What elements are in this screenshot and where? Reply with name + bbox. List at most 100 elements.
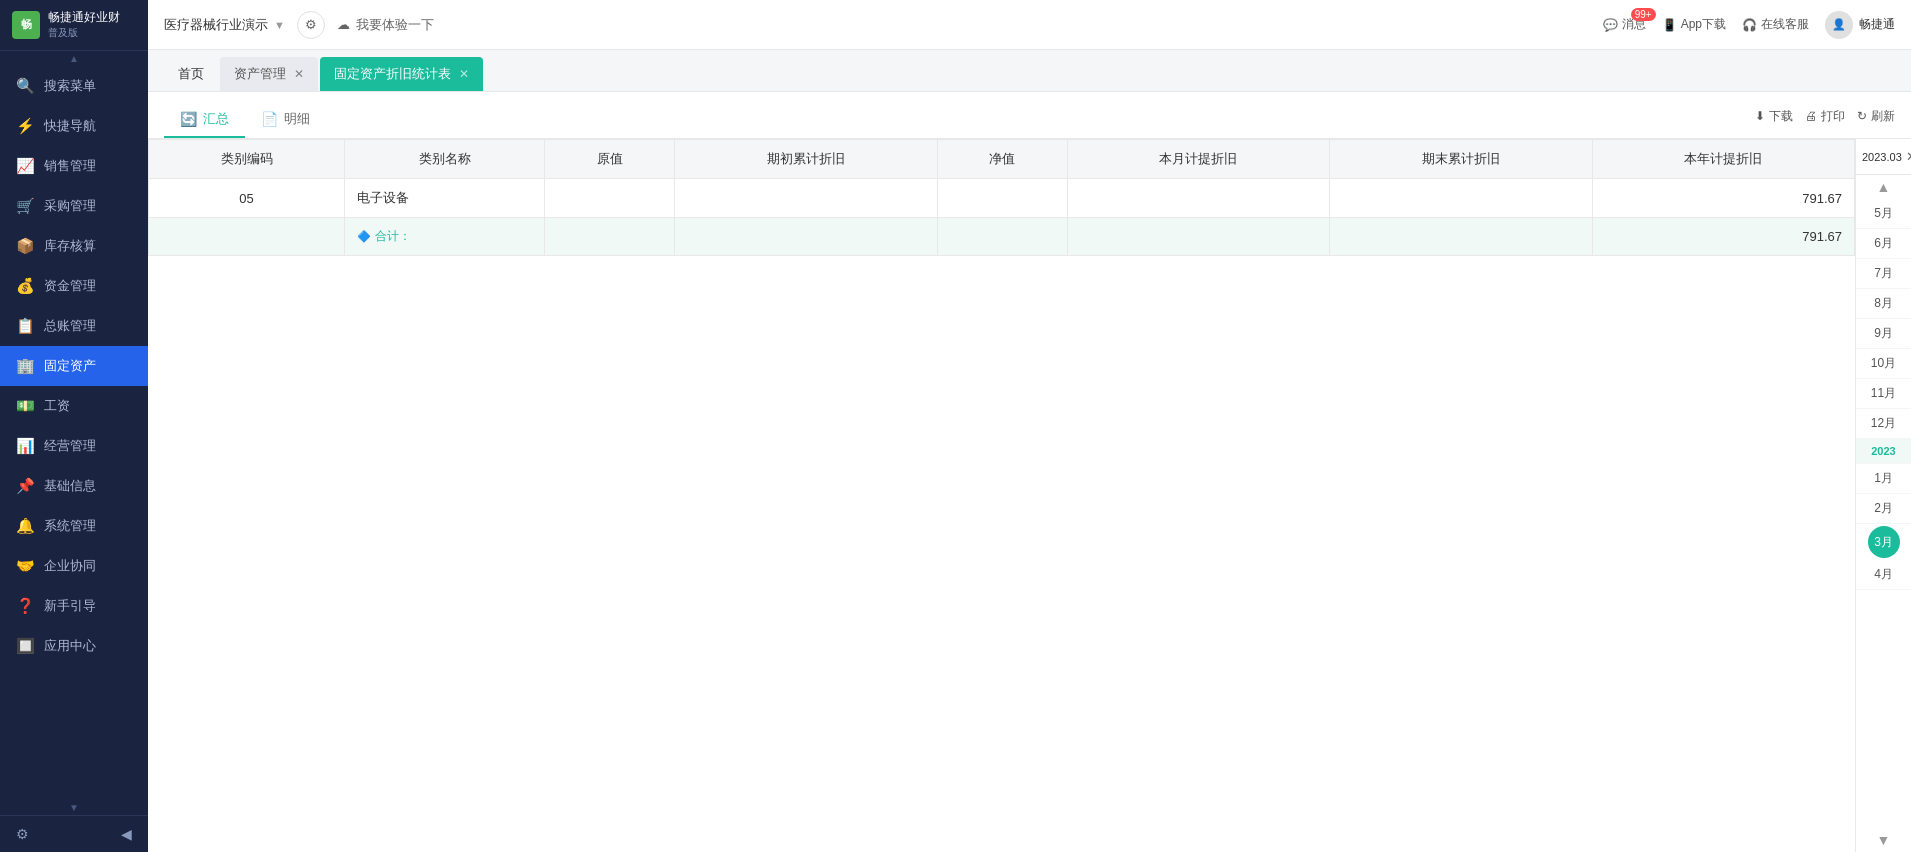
sidebar-item-app-center[interactable]: 🔲 应用中心 — [0, 626, 148, 666]
sidebar-item-operations[interactable]: 📊 经营管理 — [0, 426, 148, 466]
online-service-button[interactable]: 🎧 在线客服 — [1742, 16, 1809, 33]
col-header-code: 类别编码 — [149, 140, 345, 179]
cloud-icon: ☁ — [337, 17, 350, 32]
date-item-1[interactable]: 1月 — [1856, 464, 1911, 494]
date-panel-down[interactable]: ▼ — [1856, 828, 1911, 852]
summary-annual: 791.67 — [1592, 218, 1854, 256]
row-monthly — [1067, 179, 1329, 218]
user-icon: 👤 — [1832, 18, 1846, 31]
content-area: 🔄 汇总 📄 明细 ⬇ 下载 🖨 打印 ↻ — [148, 92, 1911, 852]
settings-icon[interactable]: ⚙ — [16, 826, 29, 842]
date-item-7[interactable]: 7月 — [1856, 259, 1911, 289]
sidebar-item-inventory[interactable]: 📦 库存核算 — [0, 226, 148, 266]
col-header-original: 原值 — [545, 140, 675, 179]
tab-home[interactable]: 首页 — [164, 57, 218, 91]
sidebar-item-sales[interactable]: 📈 销售管理 — [0, 146, 148, 186]
company-selector[interactable]: 医疗器械行业演示 ▼ — [164, 16, 285, 34]
company-name: 医疗器械行业演示 — [164, 16, 268, 34]
sidebar-item-purchase[interactable]: 🛒 采购管理 — [0, 186, 148, 226]
collapse-icon[interactable]: ◀ — [121, 826, 132, 842]
summary-icon: 🔄 — [180, 111, 197, 127]
row-period-end — [1330, 179, 1592, 218]
date-item-10[interactable]: 10月 — [1856, 349, 1911, 379]
funds-icon: 💰 — [16, 277, 34, 295]
col-header-monthly: 本月计提折旧 — [1067, 140, 1329, 179]
fixed-assets-icon: 🏢 — [16, 357, 34, 375]
phone-icon: 📱 — [1662, 18, 1677, 32]
date-item-2[interactable]: 2月 — [1856, 494, 1911, 524]
date-panel-up[interactable]: ▲ — [1856, 175, 1911, 199]
summary-row: 🔷 合计： 791.67 — [149, 218, 1855, 256]
sidebar-item-search[interactable]: 🔍 搜索菜单 — [0, 66, 148, 106]
up-arrow-icon: ▲ — [1877, 179, 1891, 195]
message-badge: 99+ — [1631, 8, 1656, 21]
sidebar-scroll-up[interactable]: ▲ — [0, 51, 148, 66]
subtab-detail[interactable]: 📄 明细 — [245, 102, 326, 138]
subtab-bar: 🔄 汇总 📄 明细 ⬇ 下载 🖨 打印 ↻ — [148, 92, 1911, 139]
down-arrow-icon: ▼ — [1877, 832, 1891, 848]
row-initial-accum — [675, 179, 937, 218]
col-header-net: 净值 — [937, 140, 1067, 179]
user-profile[interactable]: 👤 畅捷通 — [1825, 11, 1895, 39]
download-button[interactable]: ⬇ 下载 — [1755, 108, 1793, 125]
operations-icon: 📊 — [16, 437, 34, 455]
sidebar-item-ledger[interactable]: 📋 总账管理 — [0, 306, 148, 346]
purchase-icon: 🛒 — [16, 197, 34, 215]
download-icon: ⬇ — [1755, 109, 1765, 123]
tab-asset-mgmt[interactable]: 资产管理 ✕ — [220, 57, 318, 91]
date-item-3-active[interactable]: 3月 — [1868, 526, 1900, 558]
summary-initial-accum — [675, 218, 937, 256]
sidebar-item-basic-info[interactable]: 📌 基础信息 — [0, 466, 148, 506]
sidebar-item-fixed-assets[interactable]: 🏢 固定资产 — [0, 346, 148, 386]
app-center-icon: 🔲 — [16, 637, 34, 655]
company-dropdown-icon: ▼ — [274, 19, 285, 31]
sidebar-item-payroll[interactable]: 💵 工资 — [0, 386, 148, 426]
settings-button[interactable]: ⚙ — [297, 11, 325, 39]
sidebar-item-guide[interactable]: ❓ 新手引导 — [0, 586, 148, 626]
print-button[interactable]: 🖨 打印 — [1805, 108, 1845, 125]
topbar: 医疗器械行业演示 ▼ ⚙ ☁ 我要体验一下 💬 消息 99+ 📱 App下载 🎧… — [148, 0, 1911, 50]
gear-icon: ⚙ — [305, 17, 317, 32]
sales-icon: 📈 — [16, 157, 34, 175]
sidebar-title: 畅捷通好业财 — [48, 10, 120, 26]
subtab-summary[interactable]: 🔄 汇总 — [164, 102, 245, 138]
row-net — [937, 179, 1067, 218]
tab-depreciation-report[interactable]: 固定资产折旧统计表 ✕ — [320, 57, 483, 91]
sidebar-item-enterprise[interactable]: 🤝 企业协同 — [0, 546, 148, 586]
sidebar-item-system[interactable]: 🔔 系统管理 — [0, 506, 148, 546]
row-code: 05 — [149, 179, 345, 218]
refresh-button[interactable]: ↻ 刷新 — [1857, 108, 1895, 125]
messages-button[interactable]: 💬 消息 99+ — [1603, 16, 1646, 33]
experience-button[interactable]: ☁ 我要体验一下 — [337, 16, 434, 34]
subtabs: 🔄 汇总 📄 明细 — [164, 102, 326, 138]
sidebar-item-funds[interactable]: 💰 资金管理 — [0, 266, 148, 306]
date-item-11[interactable]: 11月 — [1856, 379, 1911, 409]
summary-period-end — [1330, 218, 1592, 256]
date-panel-title: 2023.03 — [1862, 151, 1902, 163]
summary-expand-icon[interactable]: 🔷 — [357, 230, 371, 242]
sidebar: 畅 畅捷通好业财 普及版 ▲ 🔍 搜索菜单 ⚡ 快捷导航 📈 销售管理 🛒 采购… — [0, 0, 148, 852]
tab-depreciation-close[interactable]: ✕ — [459, 67, 469, 81]
date-item-12[interactable]: 12月 — [1856, 409, 1911, 439]
table-container: 类别编码 类别名称 原值 期初累计折旧 净值 本月计提折旧 期末累计折旧 本年计… — [148, 139, 1855, 852]
date-item-6[interactable]: 6月 — [1856, 229, 1911, 259]
app-download-button[interactable]: 📱 App下载 — [1662, 16, 1726, 33]
guide-icon: ❓ — [16, 597, 34, 615]
date-item-4[interactable]: 4月 — [1856, 560, 1911, 590]
tab-asset-mgmt-close[interactable]: ✕ — [294, 67, 304, 81]
sidebar-footer: ⚙ ◀ — [0, 815, 148, 852]
col-header-initial-accum: 期初累计折旧 — [675, 140, 937, 179]
headset-icon: 🎧 — [1742, 18, 1757, 32]
sidebar-scroll-down[interactable]: ▼ — [0, 800, 148, 815]
date-item-9[interactable]: 9月 — [1856, 319, 1911, 349]
date-panel-close[interactable]: ✕ — [1902, 145, 1911, 168]
date-item-5[interactable]: 5月 — [1856, 199, 1911, 229]
sidebar-item-quick-nav[interactable]: ⚡ 快捷导航 — [0, 106, 148, 146]
ledger-icon: 📋 — [16, 317, 34, 335]
inventory-icon: 📦 — [16, 237, 34, 255]
date-item-8[interactable]: 8月 — [1856, 289, 1911, 319]
summary-code — [149, 218, 345, 256]
main-area: 医疗器械行业演示 ▼ ⚙ ☁ 我要体验一下 💬 消息 99+ 📱 App下载 🎧… — [148, 0, 1911, 852]
sidebar-logo: 畅 — [12, 11, 40, 39]
subtab-actions: ⬇ 下载 🖨 打印 ↻ 刷新 — [1755, 108, 1895, 133]
